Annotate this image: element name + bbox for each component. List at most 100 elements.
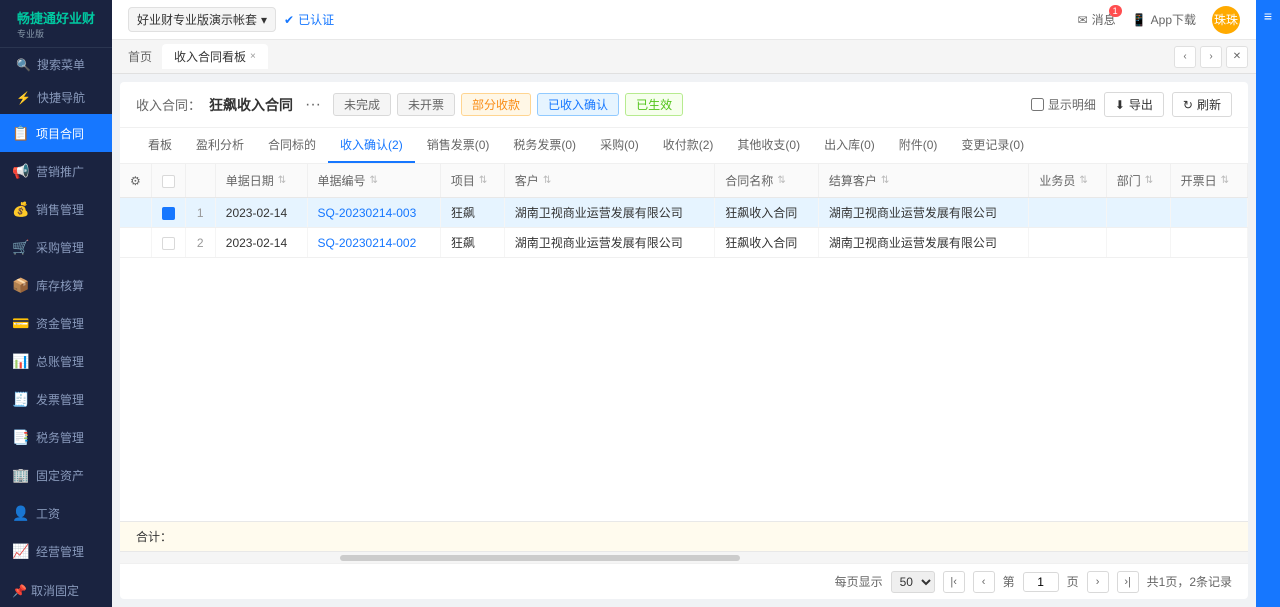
status-not-complete[interactable]: 未完成 bbox=[333, 93, 391, 116]
last-page-button[interactable]: ›| bbox=[1117, 571, 1139, 593]
tab-contract-standard[interactable]: 合同标的 bbox=[256, 128, 328, 163]
sidebar-item-general[interactable]: 📊 总账管理 bbox=[0, 342, 112, 380]
prev-page-button[interactable]: ‹ bbox=[973, 571, 995, 593]
th-salesperson[interactable]: 业务员 ⇅ bbox=[1029, 164, 1106, 198]
quick-nav[interactable]: ⚡ 快捷导航 bbox=[0, 81, 112, 114]
export-button[interactable]: ⬇ 导出 bbox=[1104, 92, 1164, 117]
tab-in-out[interactable]: 出入库(0) bbox=[812, 128, 887, 163]
tab-prev-button[interactable]: ‹ bbox=[1174, 46, 1196, 68]
sidebar-item-invoice[interactable]: 🧾 发票管理 bbox=[0, 380, 112, 418]
th-project[interactable]: 项目 ⇅ bbox=[440, 164, 504, 198]
sort-icon: ⇅ bbox=[1079, 175, 1087, 186]
status-partial-collected[interactable]: 部分收款 bbox=[461, 93, 531, 116]
sidebar-item-label: 经营管理 bbox=[36, 543, 84, 560]
company-name: 好业财专业版演示帐套 bbox=[137, 11, 257, 28]
th-doc-no[interactable]: 单据编号 ⇅ bbox=[307, 164, 440, 198]
pin-icon: 📌 bbox=[12, 584, 27, 598]
tab-profit[interactable]: 盈利分析 bbox=[184, 128, 256, 163]
purchase-icon: 🛒 bbox=[12, 238, 30, 256]
unpin-button[interactable]: 📌 取消固定 bbox=[0, 574, 112, 607]
sidebar-item-tax[interactable]: 📑 税务管理 bbox=[0, 418, 112, 456]
sidebar-item-label: 采购管理 bbox=[36, 239, 84, 256]
th-open-date[interactable]: 开票日 ⇅ bbox=[1170, 164, 1247, 198]
td-customer: 湖南卫视商业运营发展有限公司 bbox=[504, 198, 715, 228]
tab-board[interactable]: 看板 bbox=[136, 128, 184, 163]
page-input[interactable] bbox=[1023, 572, 1059, 592]
page-title: 收入合同： 狂飙收入合同 bbox=[136, 95, 293, 115]
tax-icon: 📑 bbox=[12, 428, 30, 446]
sales-icon: 💰 bbox=[12, 200, 30, 218]
sidebar: 畅捷通好业财 专业版 🔍 搜索菜单 ⚡ 快捷导航 📋 项目合同 📢 营销推广 💰… bbox=[0, 0, 112, 607]
table-row[interactable]: 1 2023-02-14 SQ-20230214-003 狂飙 湖南卫视商业运营… bbox=[120, 198, 1248, 228]
tab-home[interactable]: 首页 bbox=[120, 44, 160, 69]
logo-text: 畅捷通好业财 bbox=[17, 8, 95, 27]
td-doc-no[interactable]: SQ-20230214-003 bbox=[307, 198, 440, 228]
right-panel: ≡ bbox=[1256, 0, 1280, 607]
doc-no-link[interactable]: SQ-20230214-002 bbox=[318, 236, 417, 250]
header-left: 好业财专业版演示帐套 ▾ ✔ 已认证 bbox=[128, 7, 334, 32]
tab-contract-board[interactable]: 收入合同看板 × bbox=[162, 44, 268, 69]
tab-payment[interactable]: 收付款(2) bbox=[651, 128, 726, 163]
row-checkbox[interactable] bbox=[162, 237, 175, 250]
tab-revenue-confirm[interactable]: 收入确认(2) bbox=[328, 128, 415, 163]
table-row[interactable]: 2 2023-02-14 SQ-20230214-002 狂飙 湖南卫视商业运营… bbox=[120, 228, 1248, 258]
status-confirmed[interactable]: 已收入确认 bbox=[537, 93, 619, 116]
th-contract[interactable]: 合同名称 ⇅ bbox=[715, 164, 819, 198]
horizontal-scrollbar[interactable] bbox=[120, 551, 1248, 563]
tab-tax-invoice[interactable]: 税务发票(0) bbox=[501, 128, 588, 163]
right-panel-icon[interactable]: ≡ bbox=[1260, 4, 1276, 28]
td-doc-no[interactable]: SQ-20230214-002 bbox=[307, 228, 440, 258]
table-container: ⚙ 单据日期 ⇅ bbox=[120, 164, 1248, 521]
sidebar-item-manage[interactable]: 📈 经营管理 bbox=[0, 532, 112, 570]
status-effective[interactable]: 已生效 bbox=[625, 93, 683, 116]
th-customer[interactable]: 客户 ⇅ bbox=[504, 164, 715, 198]
sidebar-item-labor[interactable]: 👤 工资 bbox=[0, 494, 112, 532]
sidebar-item-purchase[interactable]: 🛒 采购管理 bbox=[0, 228, 112, 266]
sidebar-item-inventory[interactable]: 📦 库存核算 bbox=[0, 266, 112, 304]
td-checkbox[interactable] bbox=[151, 228, 185, 258]
sidebar-item-label: 资金管理 bbox=[36, 315, 84, 332]
select-all-checkbox[interactable] bbox=[162, 175, 175, 188]
message-button[interactable]: ✉ 1 消息 bbox=[1078, 11, 1116, 28]
total-label: 合计： bbox=[136, 528, 172, 545]
app-download-button[interactable]: 📱 App下载 bbox=[1132, 11, 1196, 28]
sidebar-item-marketing[interactable]: 📢 营销推广 bbox=[0, 152, 112, 190]
refresh-button[interactable]: ↻ 刷新 bbox=[1172, 92, 1232, 117]
user-avatar[interactable]: 珠珠 bbox=[1212, 6, 1240, 34]
show-detail-checkbox-label[interactable]: 显示明细 bbox=[1031, 96, 1096, 113]
td-salesperson bbox=[1029, 228, 1106, 258]
sidebar-item-project[interactable]: 📋 项目合同 bbox=[0, 114, 112, 152]
tab-close-button[interactable]: ✕ bbox=[1226, 46, 1248, 68]
tab-nav-buttons: ‹ › ✕ bbox=[1174, 46, 1248, 68]
per-page-select[interactable]: 50 bbox=[891, 571, 935, 593]
status-not-invoiced[interactable]: 未开票 bbox=[397, 93, 455, 116]
settings-icon[interactable]: ⚙ bbox=[130, 174, 141, 188]
tab-attachment[interactable]: 附件(0) bbox=[887, 128, 950, 163]
next-page-button[interactable]: › bbox=[1087, 571, 1109, 593]
tab-change-log[interactable]: 变更记录(0) bbox=[949, 128, 1036, 163]
sidebar-item-finance[interactable]: 💳 资金管理 bbox=[0, 304, 112, 342]
th-department[interactable]: 部门 ⇅ bbox=[1106, 164, 1170, 198]
sidebar-search[interactable]: 🔍 搜索菜单 bbox=[0, 48, 112, 81]
company-selector[interactable]: 好业财专业版演示帐套 ▾ bbox=[128, 7, 276, 32]
tab-next-button[interactable]: › bbox=[1200, 46, 1222, 68]
more-options-button[interactable]: ··· bbox=[305, 96, 321, 114]
th-settle-customer[interactable]: 结算客户 ⇅ bbox=[818, 164, 1029, 198]
doc-no-link[interactable]: SQ-20230214-003 bbox=[318, 206, 417, 220]
td-checkbox[interactable] bbox=[151, 198, 185, 228]
first-page-button[interactable]: |‹ bbox=[943, 571, 965, 593]
main-content: 好业财专业版演示帐套 ▾ ✔ 已认证 ✉ 1 消息 📱 App下载 珠珠 bbox=[112, 0, 1256, 607]
sort-icon: ⇅ bbox=[777, 175, 785, 186]
tab-purchase[interactable]: 采购(0) bbox=[588, 128, 651, 163]
tab-other-income[interactable]: 其他收支(0) bbox=[725, 128, 812, 163]
row-checkbox[interactable] bbox=[162, 207, 175, 220]
th-date[interactable]: 单据日期 ⇅ bbox=[215, 164, 307, 198]
sidebar-item-sales[interactable]: 💰 销售管理 bbox=[0, 190, 112, 228]
finance-icon: 💳 bbox=[12, 314, 30, 332]
sidebar-item-asset[interactable]: 🏢 固定资产 bbox=[0, 456, 112, 494]
show-detail-checkbox[interactable] bbox=[1031, 98, 1044, 111]
tab-sales-invoice[interactable]: 销售发票(0) bbox=[415, 128, 502, 163]
table-footer: 合计： bbox=[120, 521, 1248, 551]
export-icon: ⬇ bbox=[1115, 98, 1125, 112]
close-tab-button[interactable]: × bbox=[250, 51, 256, 62]
